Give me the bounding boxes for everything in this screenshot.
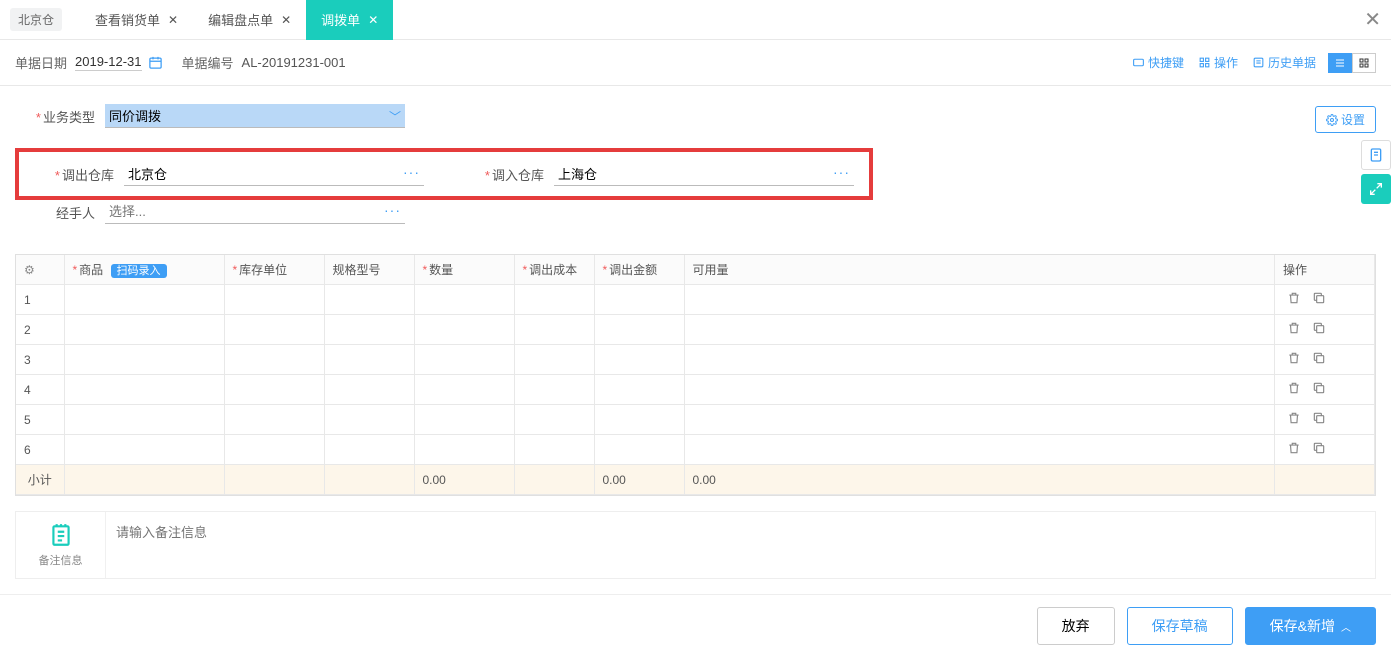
table-row[interactable]: 6	[16, 435, 1375, 465]
delete-icon[interactable]	[1287, 351, 1301, 365]
global-close-icon[interactable]: ✕	[1364, 7, 1381, 32]
tab-view-sales[interactable]: 查看销货单 ✕	[80, 0, 193, 40]
more-icon[interactable]: ···	[833, 164, 850, 180]
shortcuts-link[interactable]: 快捷键	[1132, 54, 1184, 71]
in-warehouse-input[interactable]	[554, 162, 854, 186]
view-grid-icon[interactable]	[1352, 53, 1376, 73]
delete-icon[interactable]	[1287, 291, 1301, 305]
handler-input[interactable]	[105, 200, 405, 224]
items-grid: ⚙ *商品 扫码录入 *库存单位 规格型号 *数量 *调出成本 *调出金额 可用…	[15, 254, 1376, 496]
gear-icon[interactable]: ⚙	[24, 263, 35, 277]
copy-icon[interactable]	[1312, 291, 1326, 305]
operations-link[interactable]: 操作	[1198, 54, 1238, 71]
subtotal-row: 小计 0.00 0.00 0.00	[16, 465, 1375, 495]
table-row[interactable]: 1	[16, 285, 1375, 315]
table-row[interactable]: 4	[16, 375, 1375, 405]
copy-icon[interactable]	[1312, 381, 1326, 395]
discard-button[interactable]: 放弃	[1037, 607, 1115, 645]
expand-icon[interactable]	[1361, 174, 1391, 204]
history-link[interactable]: 历史单据	[1252, 54, 1316, 71]
warehouse-tag: 北京仓	[10, 8, 62, 31]
close-icon[interactable]: ✕	[281, 13, 291, 27]
delete-icon[interactable]	[1287, 411, 1301, 425]
scan-badge[interactable]: 扫码录入	[111, 264, 167, 278]
footer-bar: 放弃 保存草稿 保存&新增︿	[0, 594, 1391, 657]
table-row[interactable]: 2	[16, 315, 1375, 345]
business-type-input[interactable]	[105, 104, 405, 128]
field-handler: 经手人 ···	[15, 200, 1255, 224]
caret-up-icon: ︿	[1341, 619, 1351, 634]
copy-icon[interactable]	[1312, 351, 1326, 365]
note-icon	[48, 522, 74, 548]
docno-label: 单据编号	[182, 53, 234, 72]
warehouse-highlight: *调出仓库 ··· *调入仓库 ···	[15, 148, 873, 200]
tabs-bar: 北京仓 查看销货单 ✕ 编辑盘点单 ✕ 调拨单 ✕ ✕	[0, 0, 1391, 40]
settings-button[interactable]: 设置	[1315, 106, 1376, 133]
field-business-type: *业务类型 ﹀	[15, 104, 405, 128]
remarks-panel: 备注信息	[15, 511, 1376, 579]
info-bar: 单据日期 2019-12-31 单据编号 AL-20191231-001 快捷键…	[0, 40, 1391, 86]
view-toggle	[1328, 53, 1376, 73]
tab-transfer-order[interactable]: 调拨单 ✕	[306, 0, 393, 40]
save-draft-button[interactable]: 保存草稿	[1127, 607, 1233, 645]
more-icon[interactable]: ···	[403, 164, 420, 180]
close-icon[interactable]: ✕	[368, 13, 378, 27]
docs-icon[interactable]	[1361, 140, 1391, 170]
chevron-down-icon[interactable]: ﹀	[389, 108, 401, 125]
delete-icon[interactable]	[1287, 321, 1301, 335]
tab-label: 查看销货单	[95, 10, 160, 29]
copy-icon[interactable]	[1312, 441, 1326, 455]
date-value[interactable]: 2019-12-31	[75, 54, 142, 71]
docno-value: AL-20191231-001	[242, 55, 346, 70]
table-row[interactable]: 5	[16, 405, 1375, 435]
save-new-button[interactable]: 保存&新增︿	[1245, 607, 1376, 645]
date-label: 单据日期	[15, 53, 67, 72]
tab-label: 调拨单	[321, 10, 360, 29]
remarks-input[interactable]	[106, 512, 1375, 578]
delete-icon[interactable]	[1287, 441, 1301, 455]
more-icon[interactable]: ···	[384, 202, 401, 218]
tab-edit-inventory[interactable]: 编辑盘点单 ✕	[193, 0, 306, 40]
side-rail	[1361, 140, 1391, 208]
tab-label: 编辑盘点单	[208, 10, 273, 29]
copy-icon[interactable]	[1312, 411, 1326, 425]
view-list-icon[interactable]	[1328, 53, 1352, 73]
form-area: *业务类型 ﹀ *调出仓库 ··· *调入仓库 ···	[0, 86, 1391, 254]
table-row[interactable]: 3	[16, 345, 1375, 375]
calendar-icon[interactable]	[148, 55, 164, 71]
delete-icon[interactable]	[1287, 381, 1301, 395]
close-icon[interactable]: ✕	[168, 13, 178, 27]
remarks-title: 备注信息	[39, 552, 83, 568]
copy-icon[interactable]	[1312, 321, 1326, 335]
out-warehouse-input[interactable]	[124, 162, 424, 186]
